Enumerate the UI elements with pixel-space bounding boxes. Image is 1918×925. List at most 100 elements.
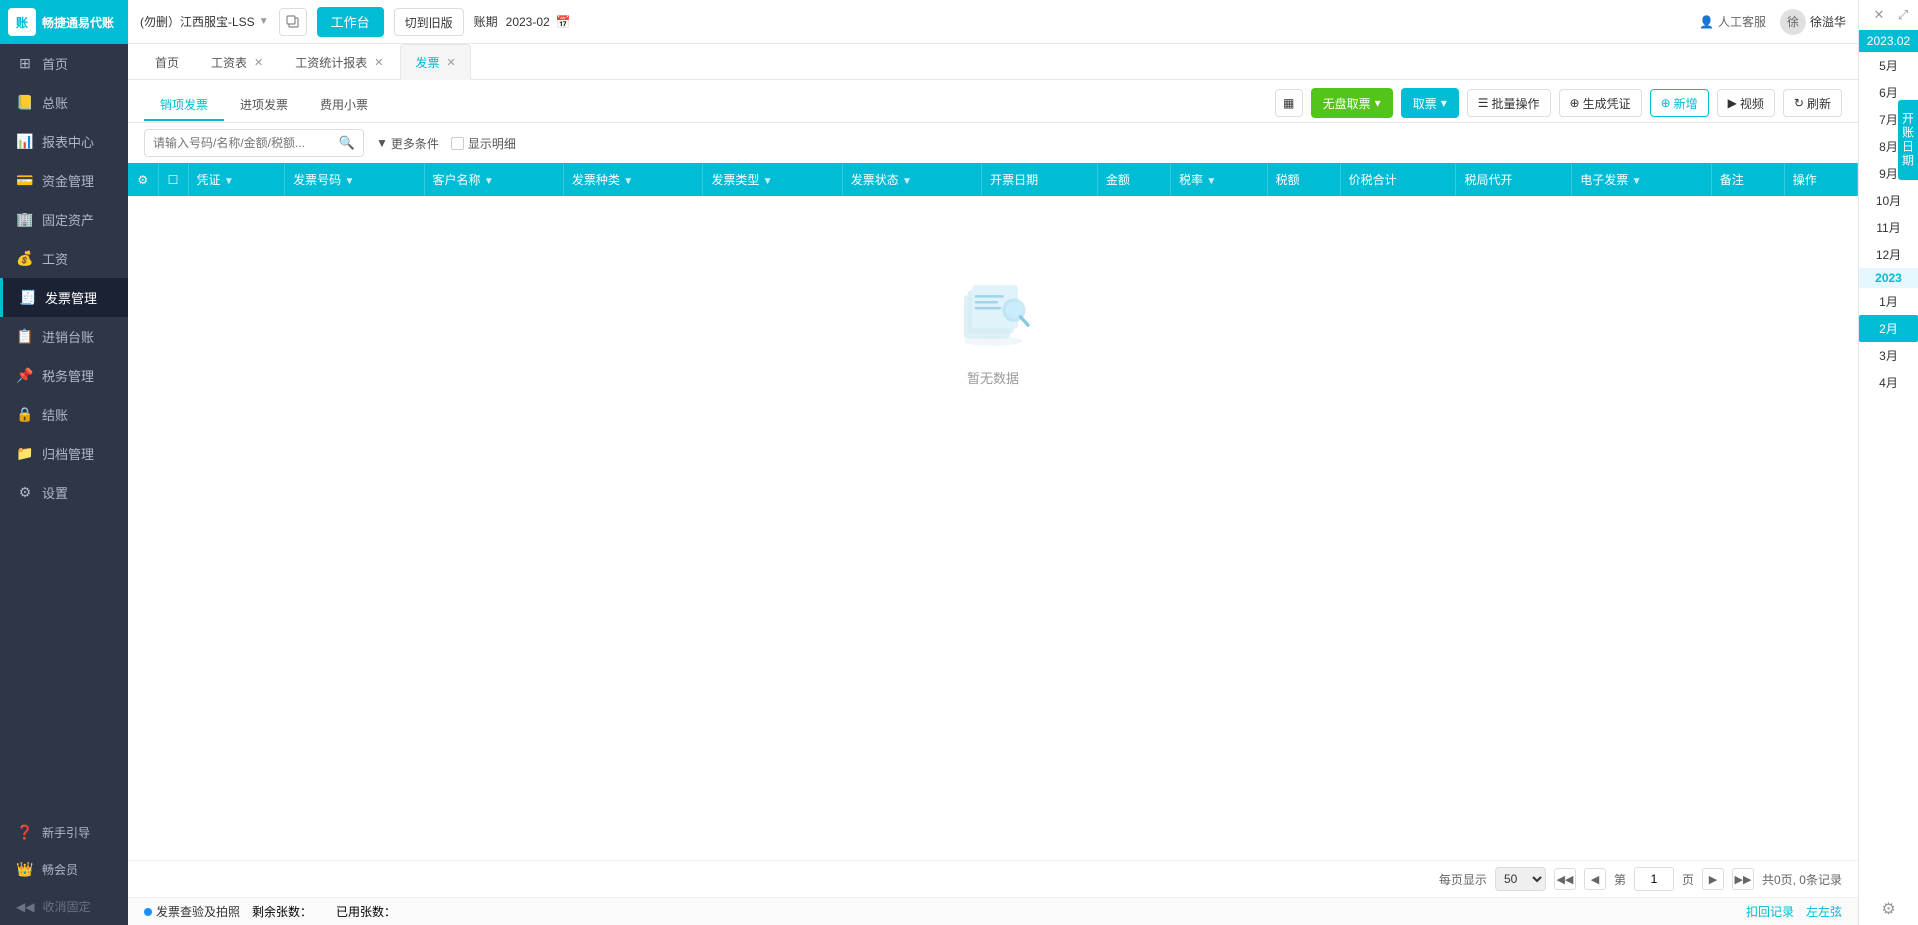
last-page-btn[interactable]: ▶▶ (1732, 868, 1754, 890)
period-calendar-icon: 📅 (556, 15, 571, 29)
tab-invoice-close-icon[interactable]: ✕ (447, 56, 456, 69)
first-page-btn[interactable]: ◀◀ (1554, 868, 1576, 890)
no-collect-btn[interactable]: 无盘取票 ▾ (1311, 88, 1393, 118)
col-checkbox[interactable]: ☐ (158, 163, 188, 196)
sidebar-item-funds[interactable]: 💳 资金管理 (0, 161, 128, 200)
col-invoice-no: 发票号码 ▼ (285, 163, 424, 196)
show-detail-label[interactable]: 显示明细 (451, 135, 516, 152)
per-page-label: 每页显示 (1439, 871, 1487, 888)
search-icon: 🔍 (339, 135, 355, 151)
empty-state: 暂无数据 (128, 196, 1858, 467)
status-bar: 发票查验及拍照 剩余张数： 已用张数： 扣回记录 左左弦 (128, 897, 1858, 925)
work-center-btn[interactable]: 工作台 (317, 7, 384, 37)
cal-2023-month-3[interactable]: 3月 (1859, 342, 1918, 369)
sidebar-item-ledger[interactable]: 📒 总账 (0, 83, 128, 122)
cal-month-10[interactable]: 10月 (1859, 187, 1918, 214)
sidebar-item-closing[interactable]: 🔒 结账 (0, 395, 128, 434)
collect-label: 取票 (1413, 95, 1437, 112)
remaining-label: 剩余张数： (252, 903, 312, 920)
next-page-btn[interactable]: ▶ (1702, 868, 1724, 890)
cal-month-12[interactable]: 12月 (1859, 241, 1918, 268)
per-page-select[interactable]: 50 10 20 100 (1495, 867, 1546, 891)
tabs-row: 首页 工资表 ✕ 工资统计报表 ✕ 发票 ✕ (128, 44, 1858, 80)
collect-arrow-icon: ▾ (1441, 96, 1447, 110)
sidebar-label-home: 首页 (42, 54, 68, 73)
sidebar-label-settings: 设置 (42, 483, 68, 502)
sidebar-item-guide[interactable]: ❓ 新手引导 (0, 814, 128, 851)
cal-month-5[interactable]: 5月 (1859, 52, 1918, 79)
sub-tab-expense[interactable]: 费用小票 (304, 90, 384, 121)
company-selector[interactable]: (勿删）江西服宝-LSS ▼ (140, 13, 269, 30)
collect-btn[interactable]: 取票 ▾ (1401, 88, 1459, 118)
app-name: 畅捷通易代账 (42, 14, 114, 31)
calendar-setting-btn[interactable]: ⚙ (1863, 897, 1914, 921)
home-icon: ⊞ (16, 55, 34, 72)
new-btn[interactable]: ⊕ 新增 (1650, 89, 1709, 117)
sub-tab-sales-label: 销项发票 (160, 98, 208, 112)
invoice-page: 销项发票 进项发票 费用小票 ▦ 无盘取票 ▾ (128, 80, 1858, 925)
search-input[interactable] (153, 136, 339, 150)
sidebar-label-assets: 固定资产 (42, 210, 94, 229)
col-invoice-status: 发票状态 ▼ (842, 163, 981, 196)
show-detail-checkbox[interactable] (451, 137, 464, 150)
cal-month-11[interactable]: 11月 (1859, 214, 1918, 241)
sidebar-label-ledger: 总账 (42, 93, 68, 112)
sidebar-item-reports[interactable]: 📊 报表中心 (0, 122, 128, 161)
more-conditions-label: 更多条件 (391, 135, 439, 152)
sidebar-item-assets[interactable]: 🏢 固定资产 (0, 200, 128, 239)
salary-icon: 💰 (16, 250, 34, 267)
sidebar-item-home[interactable]: ⊞ 首页 (0, 44, 128, 83)
guide-icon: ❓ (16, 824, 34, 841)
cal-2023-month-2[interactable]: 2月 (1859, 315, 1918, 342)
video-btn[interactable]: ▶ 视频 (1717, 89, 1775, 117)
sidebar-item-member[interactable]: 👑 畅会员 (0, 851, 128, 888)
tax-icon: 📌 (16, 367, 34, 384)
sub-tab-sales[interactable]: 销项发票 (144, 90, 224, 121)
sub-tab-purchase[interactable]: 进项发票 (224, 90, 304, 121)
settings-icon: ⚙ (16, 484, 34, 501)
sidebar-collapse-btn[interactable]: ◀◀ 收消固定 (0, 888, 128, 925)
sidebar-item-archive[interactable]: 📁 归档管理 (0, 434, 128, 473)
tab-invoice[interactable]: 发票 ✕ (400, 44, 470, 80)
tab-salary-table-close-icon[interactable]: ✕ (254, 56, 263, 69)
col-settings[interactable]: ⚙ (128, 163, 158, 196)
ledger-icon: 📒 (16, 94, 34, 111)
sidebar-label-guide: 新手引导 (42, 824, 90, 841)
more-conditions-btn[interactable]: ▼ 更多条件 (376, 135, 439, 152)
tab-salary-table[interactable]: 工资表 ✕ (196, 44, 278, 80)
cal-2023-month-4[interactable]: 4月 (1859, 369, 1918, 396)
sidebar-item-sales[interactable]: 📋 进销台账 (0, 317, 128, 356)
tab-salary-stats-close-icon[interactable]: ✕ (374, 56, 383, 69)
prev-page-btn[interactable]: ◀ (1584, 868, 1606, 890)
page-input[interactable] (1634, 867, 1674, 891)
search-wrap: 🔍 (144, 129, 364, 157)
refresh-label: 刷新 (1807, 95, 1831, 112)
sidebar-item-salary[interactable]: 💰 工资 (0, 239, 128, 278)
tab-salary-stats[interactable]: 工资统计报表 ✕ (280, 44, 398, 80)
toolbar-area: ▦ 无盘取票 ▾ 取票 ▾ ☰ 批量操作 ⊕ (1275, 88, 1842, 122)
col-total: 价税合计 (1340, 163, 1456, 196)
video-label: 视频 (1740, 95, 1764, 112)
batch-ops-btn[interactable]: ☰ 批量操作 (1467, 89, 1551, 117)
grid-view-btn[interactable]: ▦ (1275, 89, 1303, 117)
open-period-btn[interactable]: 开账日期 (1898, 100, 1918, 180)
generate-voucher-btn[interactable]: ⊕ 生成凭证 (1559, 89, 1642, 117)
sidebar-item-tax[interactable]: 📌 税务管理 (0, 356, 128, 395)
sidebar-item-invoice[interactable]: 🧾 发票管理 (0, 278, 128, 317)
refresh-btn[interactable]: ↻ 刷新 (1783, 89, 1842, 117)
calendar-close-btn[interactable]: ✕ (1868, 4, 1890, 26)
tab-home[interactable]: 首页 (140, 44, 194, 80)
cal-2023-month-1[interactable]: 1月 (1859, 288, 1918, 315)
topbar-right: 👤 人工客服 徐 徐溢华 (1699, 9, 1846, 35)
calendar-expand-btn[interactable]: ⤢ (1892, 4, 1914, 26)
help-link[interactable]: 左左弦 (1806, 903, 1842, 920)
period-label: 账期 (474, 13, 498, 30)
switch-version-btn[interactable]: 切到旧版 (394, 8, 464, 36)
sidebar-item-settings[interactable]: ⚙ 设置 (0, 473, 128, 512)
customer-service-btn[interactable]: 👤 人工客服 (1699, 13, 1766, 30)
copy-company-btn[interactable] (279, 8, 307, 36)
user-menu[interactable]: 徐 徐溢华 (1780, 9, 1846, 35)
sidebar-label-funds: 资金管理 (42, 171, 94, 190)
import-link[interactable]: 扣回记录 (1746, 903, 1794, 920)
closing-icon: 🔒 (16, 406, 34, 423)
